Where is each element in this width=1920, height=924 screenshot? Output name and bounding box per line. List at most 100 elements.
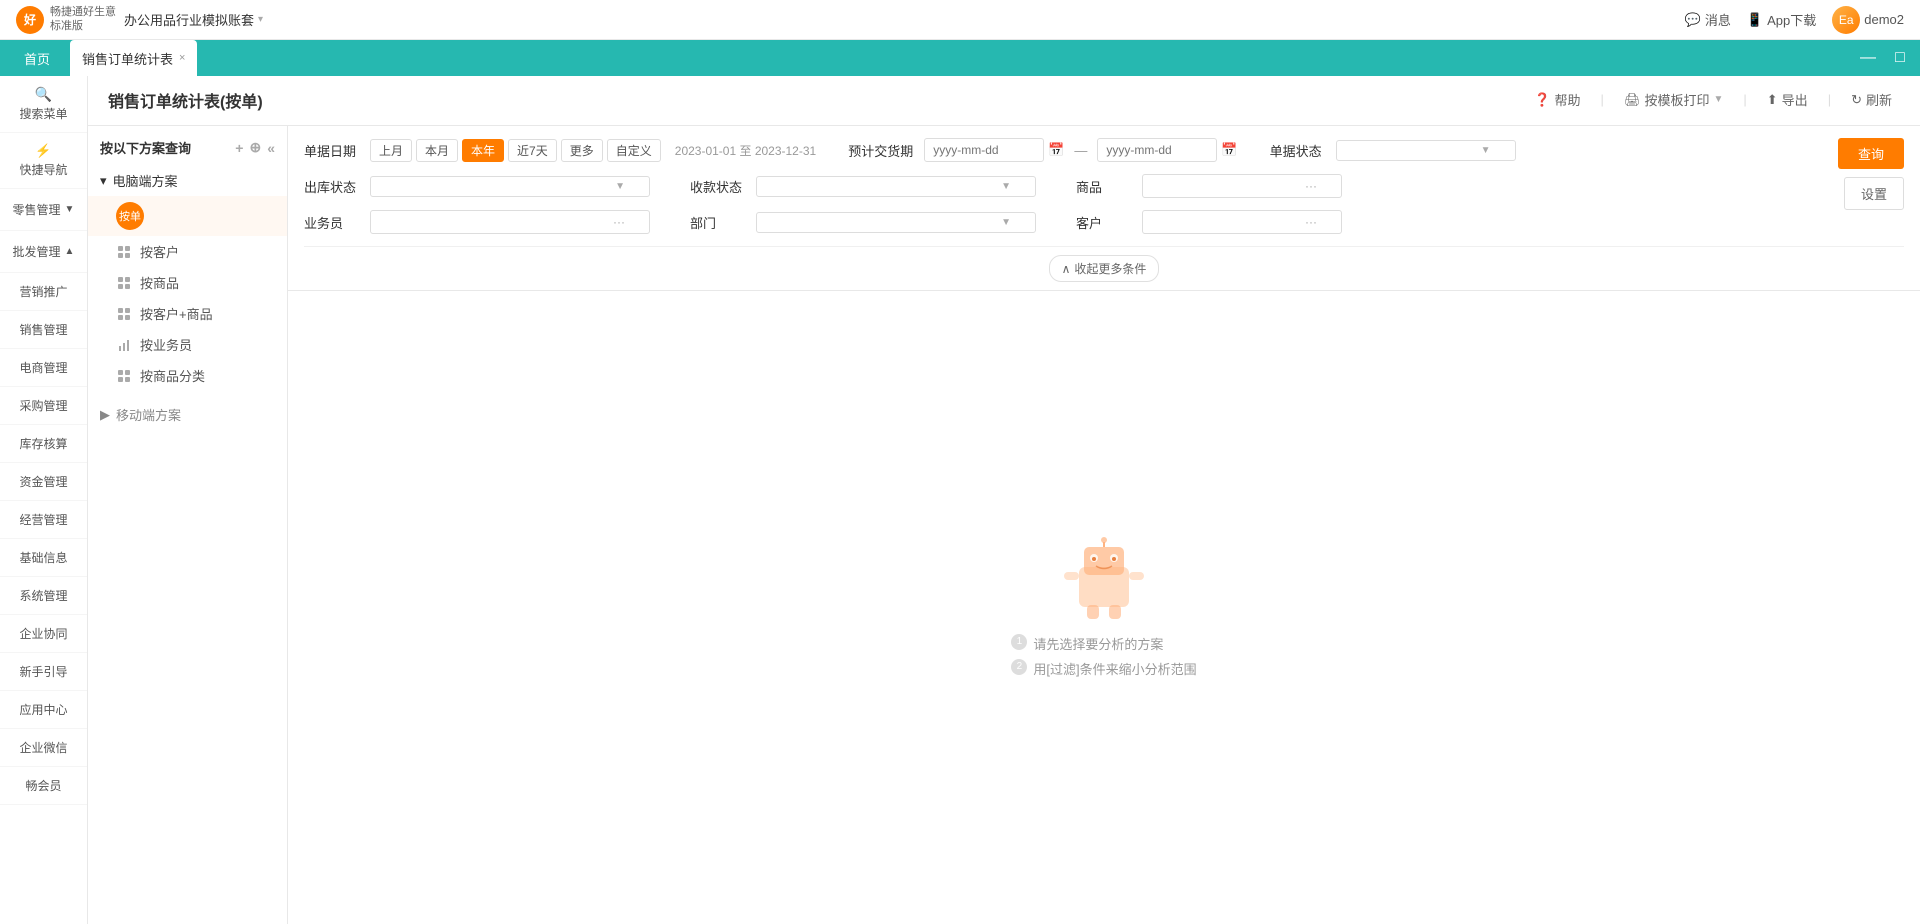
- empty-hints: 1 请先选择要分析的方案 2 用[过滤]条件来缩小分析范围: [1011, 634, 1196, 684]
- payment-status-dropdown[interactable]: ▼: [756, 176, 1036, 197]
- tab-close-icon[interactable]: ×: [179, 52, 185, 64]
- sidebar-system[interactable]: 系统管理: [0, 577, 87, 615]
- last7-btn[interactable]: 近7天: [508, 139, 557, 162]
- help-button[interactable]: ❓ 帮助: [1526, 86, 1588, 113]
- filter-and-query: 单据日期 上月 本月 本年 近7天 更多 自定义: [304, 138, 1904, 246]
- user-avatar-area[interactable]: Ea demo2: [1832, 6, 1904, 34]
- sidebar-retail-management[interactable]: 零售管理 ▼: [0, 189, 87, 231]
- last-month-btn[interactable]: 上月: [370, 139, 412, 162]
- sidebar-search-menu[interactable]: 🔍 搜索菜单: [0, 76, 87, 133]
- app-download-button[interactable]: 📱 App下载: [1747, 10, 1816, 29]
- edit-scheme-icon[interactable]: ⊕: [249, 139, 261, 156]
- left-panel: 按以下方案查询 + ⊕ « ▾ 电脑端方案: [88, 126, 288, 924]
- mobile-section-header[interactable]: ▶ 移动端方案: [88, 399, 287, 430]
- sidebar-marketing[interactable]: 营销推广: [0, 273, 87, 311]
- sidebar-finance[interactable]: 资金管理: [0, 463, 87, 501]
- collapse-panel-icon[interactable]: «: [267, 140, 275, 156]
- goods-dropdown[interactable]: ···: [1142, 174, 1342, 198]
- sidebar-operations[interactable]: 经营管理: [0, 501, 87, 539]
- collapse-conditions-button[interactable]: ∧ 收起更多条件: [1049, 255, 1160, 282]
- pc-schemes-section: ▾ 电脑端方案 按单 按客户: [88, 165, 287, 399]
- scheme-item-by-salesperson[interactable]: 按业务员: [88, 329, 287, 360]
- customer-more-icon[interactable]: ···: [1305, 215, 1317, 229]
- logo-area: 好 畅捷通好生意 标准版: [16, 6, 116, 34]
- download-icon: 📱: [1747, 12, 1763, 28]
- sidebar-member[interactable]: 畅会员: [0, 767, 87, 805]
- tab-minimize-button[interactable]: —: [1856, 46, 1880, 70]
- mobile-section-arrow: ▶: [100, 407, 110, 423]
- custom-date-btn[interactable]: 自定义: [607, 139, 661, 162]
- scheme-item-by-category[interactable]: 按商品分类: [88, 360, 287, 391]
- more-date-btn[interactable]: 更多: [561, 139, 603, 162]
- right-side: 单据日期 上月 本月 本年 近7天 更多 自定义: [288, 126, 1920, 924]
- empty-illustration: [1054, 532, 1154, 622]
- query-button[interactable]: 查询: [1838, 138, 1904, 169]
- empty-state: 1 请先选择要分析的方案 2 用[过滤]条件来缩小分析范围: [288, 291, 1920, 924]
- empty-hint-2: 2 用[过滤]条件来缩小分析范围: [1011, 659, 1196, 678]
- sidebar-basic-info[interactable]: 基础信息: [0, 539, 87, 577]
- sidebar-enterprise[interactable]: 企业协同: [0, 615, 87, 653]
- left-panel-actions: + ⊕ «: [235, 139, 275, 156]
- calendar-to-icon[interactable]: 📅: [1221, 142, 1237, 158]
- doc-status-group: 单据状态 ▼: [1270, 140, 1516, 161]
- department-group: 部门 ▼: [690, 212, 1036, 233]
- message-icon: 💬: [1685, 12, 1701, 28]
- pc-section-header[interactable]: ▾ 电脑端方案: [88, 165, 287, 196]
- goods-more-icon[interactable]: ···: [1305, 179, 1317, 193]
- sidebar-newbie[interactable]: 新手引导: [0, 653, 87, 691]
- filter-row-1: 单据日期 上月 本月 本年 近7天 更多 自定义: [304, 138, 1826, 162]
- query-actions: 查询 设置: [1838, 138, 1904, 210]
- filter-panel: 单据日期 上月 本月 本年 近7天 更多 自定义: [288, 126, 1920, 291]
- sidebar-app-center[interactable]: 应用中心: [0, 691, 87, 729]
- message-button[interactable]: 💬 消息: [1685, 10, 1731, 29]
- settings-button[interactable]: 设置: [1844, 177, 1904, 210]
- hint-num-1: 1: [1011, 634, 1027, 650]
- app-title[interactable]: 办公用品行业模拟账套 ▾: [124, 10, 263, 29]
- this-month-btn[interactable]: 本月: [416, 139, 458, 162]
- sidebar-wholesale-management[interactable]: 批发管理 ▲: [0, 231, 87, 273]
- sidebar-quick-nav[interactable]: ⚡ 快捷导航: [0, 133, 87, 189]
- tab-sales-order[interactable]: 销售订单统计表 ×: [70, 40, 197, 76]
- export-button[interactable]: ⬆ 导出: [1759, 86, 1816, 113]
- salesperson-more-icon[interactable]: ···: [613, 215, 625, 229]
- help-icon: ❓: [1534, 92, 1550, 108]
- goods-group: 商品 ···: [1076, 174, 1342, 198]
- tab-maximize-button[interactable]: □: [1888, 46, 1912, 70]
- page-header: 销售订单统计表(按单) ❓ 帮助 | 🖨 按模板打印 ▼ | ⬆: [88, 76, 1920, 126]
- sidebar-sales-management[interactable]: 销售管理: [0, 311, 87, 349]
- sidebar-enterprise-wechat[interactable]: 企业微信: [0, 729, 87, 767]
- sidebar-purchase[interactable]: 采购管理: [0, 387, 87, 425]
- customer-dropdown[interactable]: ···: [1142, 210, 1342, 234]
- hint-num-2: 2: [1011, 659, 1027, 675]
- doc-status-dropdown[interactable]: ▼: [1336, 140, 1516, 161]
- title-arrow-icon: ▾: [258, 14, 263, 25]
- status-dropdown-arrow: ▼: [1481, 145, 1491, 156]
- content-wrapper: 按以下方案查询 + ⊕ « ▾ 电脑端方案: [88, 126, 1920, 924]
- shipment-status-dropdown[interactable]: ▼: [370, 176, 650, 197]
- department-dropdown[interactable]: ▼: [756, 212, 1036, 233]
- salesperson-dropdown[interactable]: ···: [370, 210, 650, 234]
- this-year-btn[interactable]: 本年: [462, 139, 504, 162]
- date-range-display: 2023-01-01 至 2023-12-31: [675, 142, 816, 159]
- refresh-button[interactable]: ↻ 刷新: [1843, 86, 1900, 113]
- expected-date-from: 📅: [924, 138, 1064, 162]
- sidebar-inventory[interactable]: 库存核算: [0, 425, 87, 463]
- date-quick-btns: 上月 本月 本年 近7天 更多 自定义: [370, 139, 661, 162]
- expected-date-to-input[interactable]: [1097, 138, 1217, 162]
- expected-date-to: 📅: [1097, 138, 1237, 162]
- scheme-item-by-order[interactable]: 按单: [88, 196, 287, 236]
- tab-home[interactable]: 首页: [8, 40, 66, 76]
- scheme-item-by-goods[interactable]: 按商品: [88, 267, 287, 298]
- scheme-item-by-customer[interactable]: 按客户: [88, 236, 287, 267]
- scheme-item-by-customer-goods[interactable]: 按客户+商品: [88, 298, 287, 329]
- calendar-from-icon[interactable]: 📅: [1048, 142, 1064, 158]
- collapse-row: ∧ 收起更多条件: [304, 246, 1904, 290]
- add-scheme-icon[interactable]: +: [235, 140, 243, 156]
- page-title: 销售订单统计表(按单): [108, 88, 263, 112]
- date-filter-group: 单据日期 上月 本月 本年 近7天 更多 自定义: [304, 139, 816, 162]
- main-right: 销售订单统计表(按单) ❓ 帮助 | 🖨 按模板打印 ▼ | ⬆: [88, 76, 1920, 924]
- expected-date-from-input[interactable]: [924, 138, 1044, 162]
- print-button[interactable]: 🖨 按模板打印 ▼: [1616, 86, 1731, 113]
- sidebar-ecommerce[interactable]: 电商管理: [0, 349, 87, 387]
- tab-controls: — □: [1856, 46, 1920, 70]
